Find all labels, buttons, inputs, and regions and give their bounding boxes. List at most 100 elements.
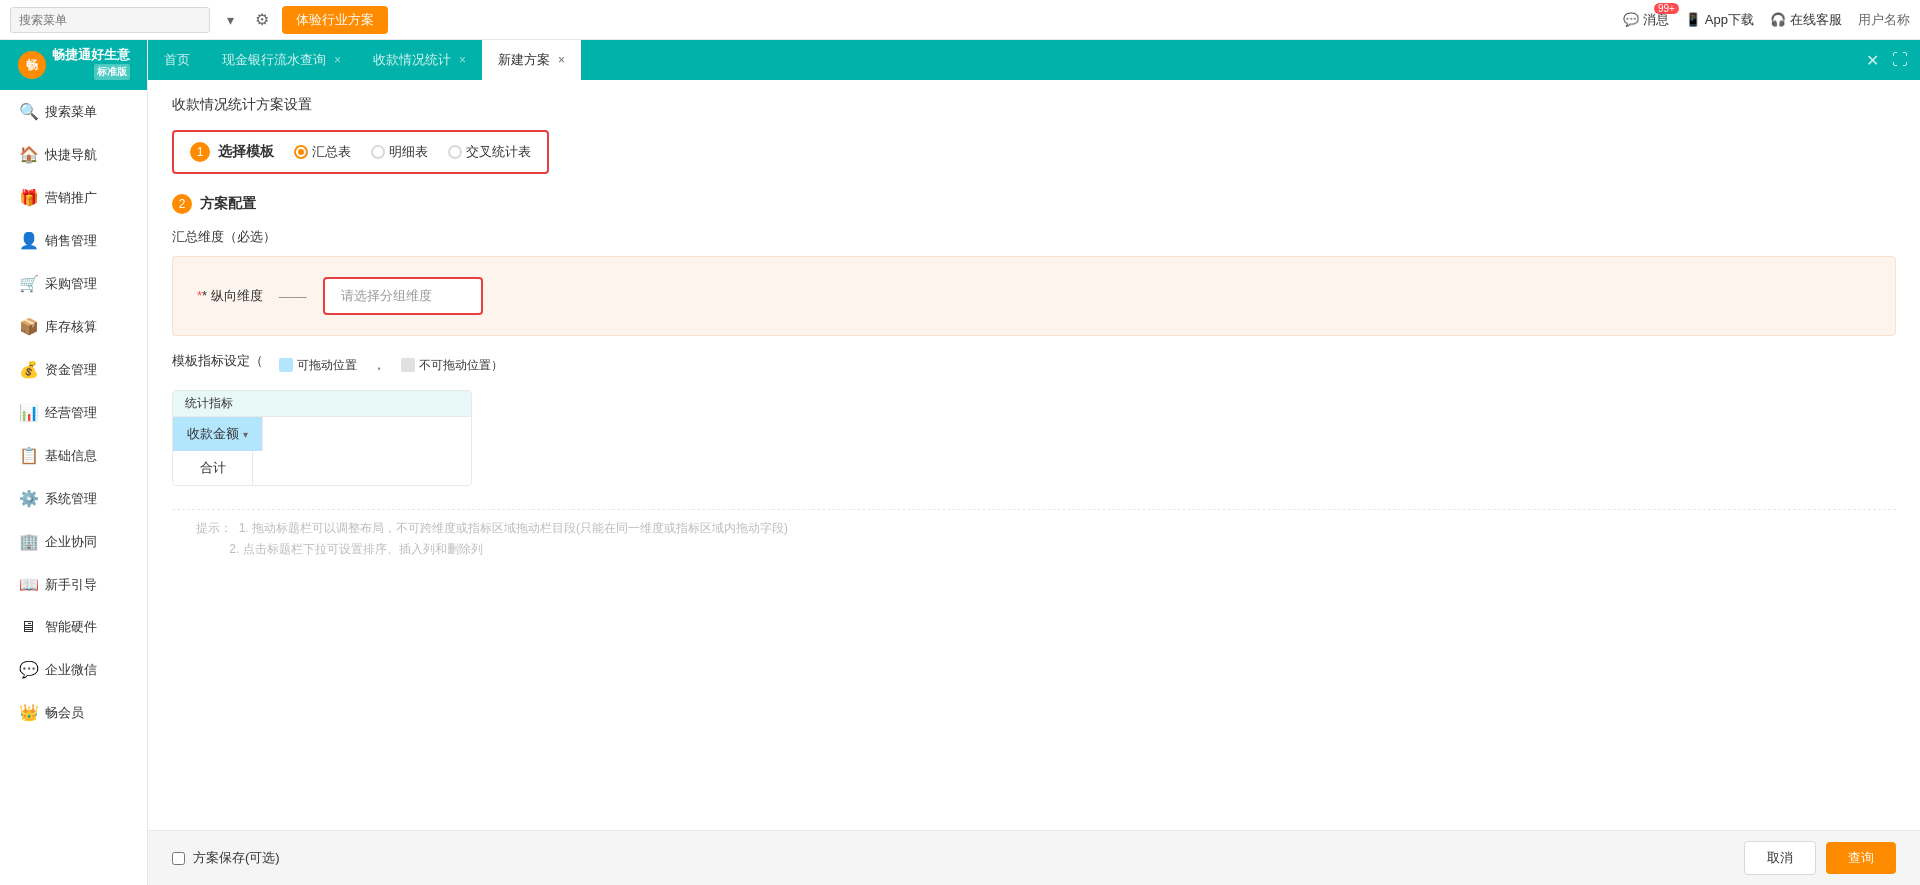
money-icon: 💰: [19, 360, 37, 379]
sidebar-item-hardware[interactable]: 🖥 智能硬件: [0, 606, 147, 648]
sidebar-item-marketing[interactable]: 🎁 营销推广: [0, 176, 147, 219]
online-service-button[interactable]: 🎧 在线客服: [1770, 11, 1842, 29]
sidebar-item-search[interactable]: 🔍 搜索菜单: [0, 90, 147, 133]
dimension-select[interactable]: 请选择分组维度: [323, 277, 483, 315]
sidebar-item-label: 营销推广: [45, 189, 97, 207]
monitor-icon: 🖥: [19, 618, 37, 636]
header-dropdown-button[interactable]: ▾: [218, 8, 242, 32]
sidebar-item-wechat[interactable]: 💬 企业微信: [0, 648, 147, 691]
radio-detail[interactable]: 明细表: [371, 143, 428, 161]
sidebar-item-system[interactable]: ⚙️ 系统管理: [0, 477, 147, 520]
dimension-row: ** 纵向维度 —— 请选择分组维度: [197, 277, 1871, 315]
page-section: 收款情况统计方案设置 1 选择模板 汇总表: [148, 80, 1920, 830]
dimension-field-label: ** 纵向维度: [197, 287, 263, 305]
radio-cross-circle: [448, 145, 462, 159]
draggable-indicator: [279, 358, 293, 372]
sidebar-item-label: 企业微信: [45, 661, 97, 679]
page-content: 收款情况统计方案设置 1 选择模板 汇总表: [148, 80, 1920, 885]
sidebar-item-purchase[interactable]: 🛒 采购管理: [0, 262, 147, 305]
sidebar-item-label: 快捷导航: [45, 146, 97, 164]
tab-new-plan[interactable]: 新建方案 ×: [482, 40, 581, 80]
sidebar-item-operation[interactable]: 📊 经营管理: [0, 391, 147, 434]
radio-cross-label: 交叉统计表: [466, 143, 531, 161]
col-data-total: 合计: [173, 451, 253, 485]
window-buttons: ✕ ⛶: [1862, 50, 1920, 70]
tip-item-2: 2. 点击标题栏下拉可设置排序、插入列和删除列: [172, 541, 1896, 558]
tab-receipts[interactable]: 收款情况统计 ×: [357, 40, 482, 80]
message-badge: 99+: [1654, 3, 1679, 14]
sidebar-item-corp[interactable]: 🏢 企业协同: [0, 520, 147, 563]
home-icon: 🏠: [19, 145, 37, 164]
step1-row: 1 选择模板 汇总表 明细表: [172, 130, 549, 174]
dimension-area: ** 纵向维度 —— 请选择分组维度: [172, 256, 1896, 336]
step1-number: 1: [190, 142, 210, 162]
tab-receipts-close[interactable]: ×: [459, 53, 466, 67]
metrics-table-label: 统计指标: [173, 391, 471, 417]
tab-home[interactable]: 首页: [148, 40, 206, 80]
metrics-table: 统计指标 收款金额 ▾ 合计: [172, 390, 472, 486]
sidebar-item-label: 基础信息: [45, 447, 97, 465]
tab-new-plan-label: 新建方案: [498, 51, 550, 69]
step2-header: 2 方案配置: [172, 194, 1896, 214]
sidebar-item-basic[interactable]: 📋 基础信息: [0, 434, 147, 477]
message-button[interactable]: 💬 消息 99+: [1623, 11, 1669, 29]
radio-cross[interactable]: 交叉统计表: [448, 143, 531, 161]
save-label: 方案保存(可选): [193, 849, 280, 867]
top-header: ▾ ⚙ 体验行业方案 💬 消息 99+ 📱 App下载 🎧 在线客服 用户名称: [0, 0, 1920, 40]
hint-draggable-label: 可拖动位置: [297, 357, 357, 374]
radio-summary[interactable]: 汇总表: [294, 143, 351, 161]
list-icon: 📋: [19, 446, 37, 465]
step2-section: 2 方案配置 汇总维度（必选） ** 纵向维度 —— 请选择分组维度: [172, 194, 1896, 572]
page-title: 收款情况统计方案设置: [172, 96, 1896, 114]
user-info[interactable]: 用户名称: [1858, 11, 1910, 29]
cart-icon: 🛒: [19, 274, 37, 293]
header-search-input[interactable]: [10, 7, 210, 33]
sidebar-item-label: 企业协同: [45, 533, 97, 551]
col-data-row: 合计: [173, 451, 471, 485]
sidebar-item-label: 资金管理: [45, 361, 97, 379]
tab-bank[interactable]: 现金银行流水查询 ×: [206, 40, 357, 80]
content-area: 首页 现金银行流水查询 × 收款情况统计 × 新建方案 × ✕ ⛶: [148, 40, 1920, 885]
metrics-hint-row: 模板指标设定（ 可拖动位置 ， 不可拖动位置）: [172, 352, 1896, 378]
fixed-indicator: [401, 358, 415, 372]
sidebar-item-nav[interactable]: 🏠 快捷导航: [0, 133, 147, 176]
logo-tag: 标准版: [94, 64, 130, 80]
sidebar-item-finance[interactable]: 💰 资金管理: [0, 348, 147, 391]
query-button[interactable]: 查询: [1826, 842, 1896, 874]
col-header-amount[interactable]: 收款金额 ▾: [173, 417, 263, 451]
metrics-col-header: 收款金额 ▾: [173, 417, 471, 451]
sidebar-item-inventory[interactable]: 📦 库存核算: [0, 305, 147, 348]
crown-icon: 👑: [19, 703, 37, 722]
sidebar-item-label: 经营管理: [45, 404, 97, 422]
header-right: 💬 消息 99+ 📱 App下载 🎧 在线客服 用户名称: [1623, 11, 1910, 29]
sidebar-item-sales[interactable]: 👤 销售管理: [0, 219, 147, 262]
tab-new-plan-close[interactable]: ×: [558, 53, 565, 67]
metrics-title: 模板指标设定（: [172, 352, 263, 370]
tab-receipts-label: 收款情况统计: [373, 51, 451, 69]
sidebar-item-label: 搜索菜单: [45, 103, 97, 121]
cancel-button[interactable]: 取消: [1744, 841, 1816, 875]
sidebar-item-member[interactable]: 👑 畅会员: [0, 691, 147, 734]
sidebar-item-label: 新手引导: [45, 576, 97, 594]
col-dropdown-icon: ▾: [243, 429, 248, 440]
sidebar-item-guide[interactable]: 📖 新手引导: [0, 563, 147, 606]
window-maximize-button[interactable]: ⛶: [1890, 50, 1910, 70]
radio-detail-circle: [371, 145, 385, 159]
tab-bank-close[interactable]: ×: [334, 53, 341, 67]
chart-icon: 📊: [19, 403, 37, 422]
chat-icon: 💬: [19, 660, 37, 679]
logo-text: 畅捷通好生意: [52, 46, 130, 64]
page-footer: 方案保存(可选) 取消 查询: [148, 830, 1920, 885]
window-close-button[interactable]: ✕: [1862, 50, 1882, 70]
tab-bank-label: 现金银行流水查询: [222, 51, 326, 69]
sidebar: 畅 畅捷通好生意 标准版 🔍 搜索菜单 🏠 快捷导航 🎁 营销推广 👤 销售管理…: [0, 40, 148, 885]
header-gear-button[interactable]: ⚙: [250, 8, 274, 32]
tab-bar: 首页 现金银行流水查询 × 收款情况统计 × 新建方案 × ✕ ⛶: [148, 40, 1920, 80]
save-row: 方案保存(可选): [172, 849, 280, 867]
logo-icon: 畅: [18, 51, 46, 79]
save-checkbox[interactable]: [172, 852, 185, 865]
trial-button[interactable]: 体验行业方案: [282, 6, 388, 34]
app-download-button[interactable]: 📱 App下载: [1685, 11, 1754, 29]
sidebar-item-label: 系统管理: [45, 490, 97, 508]
step2-label: 方案配置: [200, 195, 256, 213]
